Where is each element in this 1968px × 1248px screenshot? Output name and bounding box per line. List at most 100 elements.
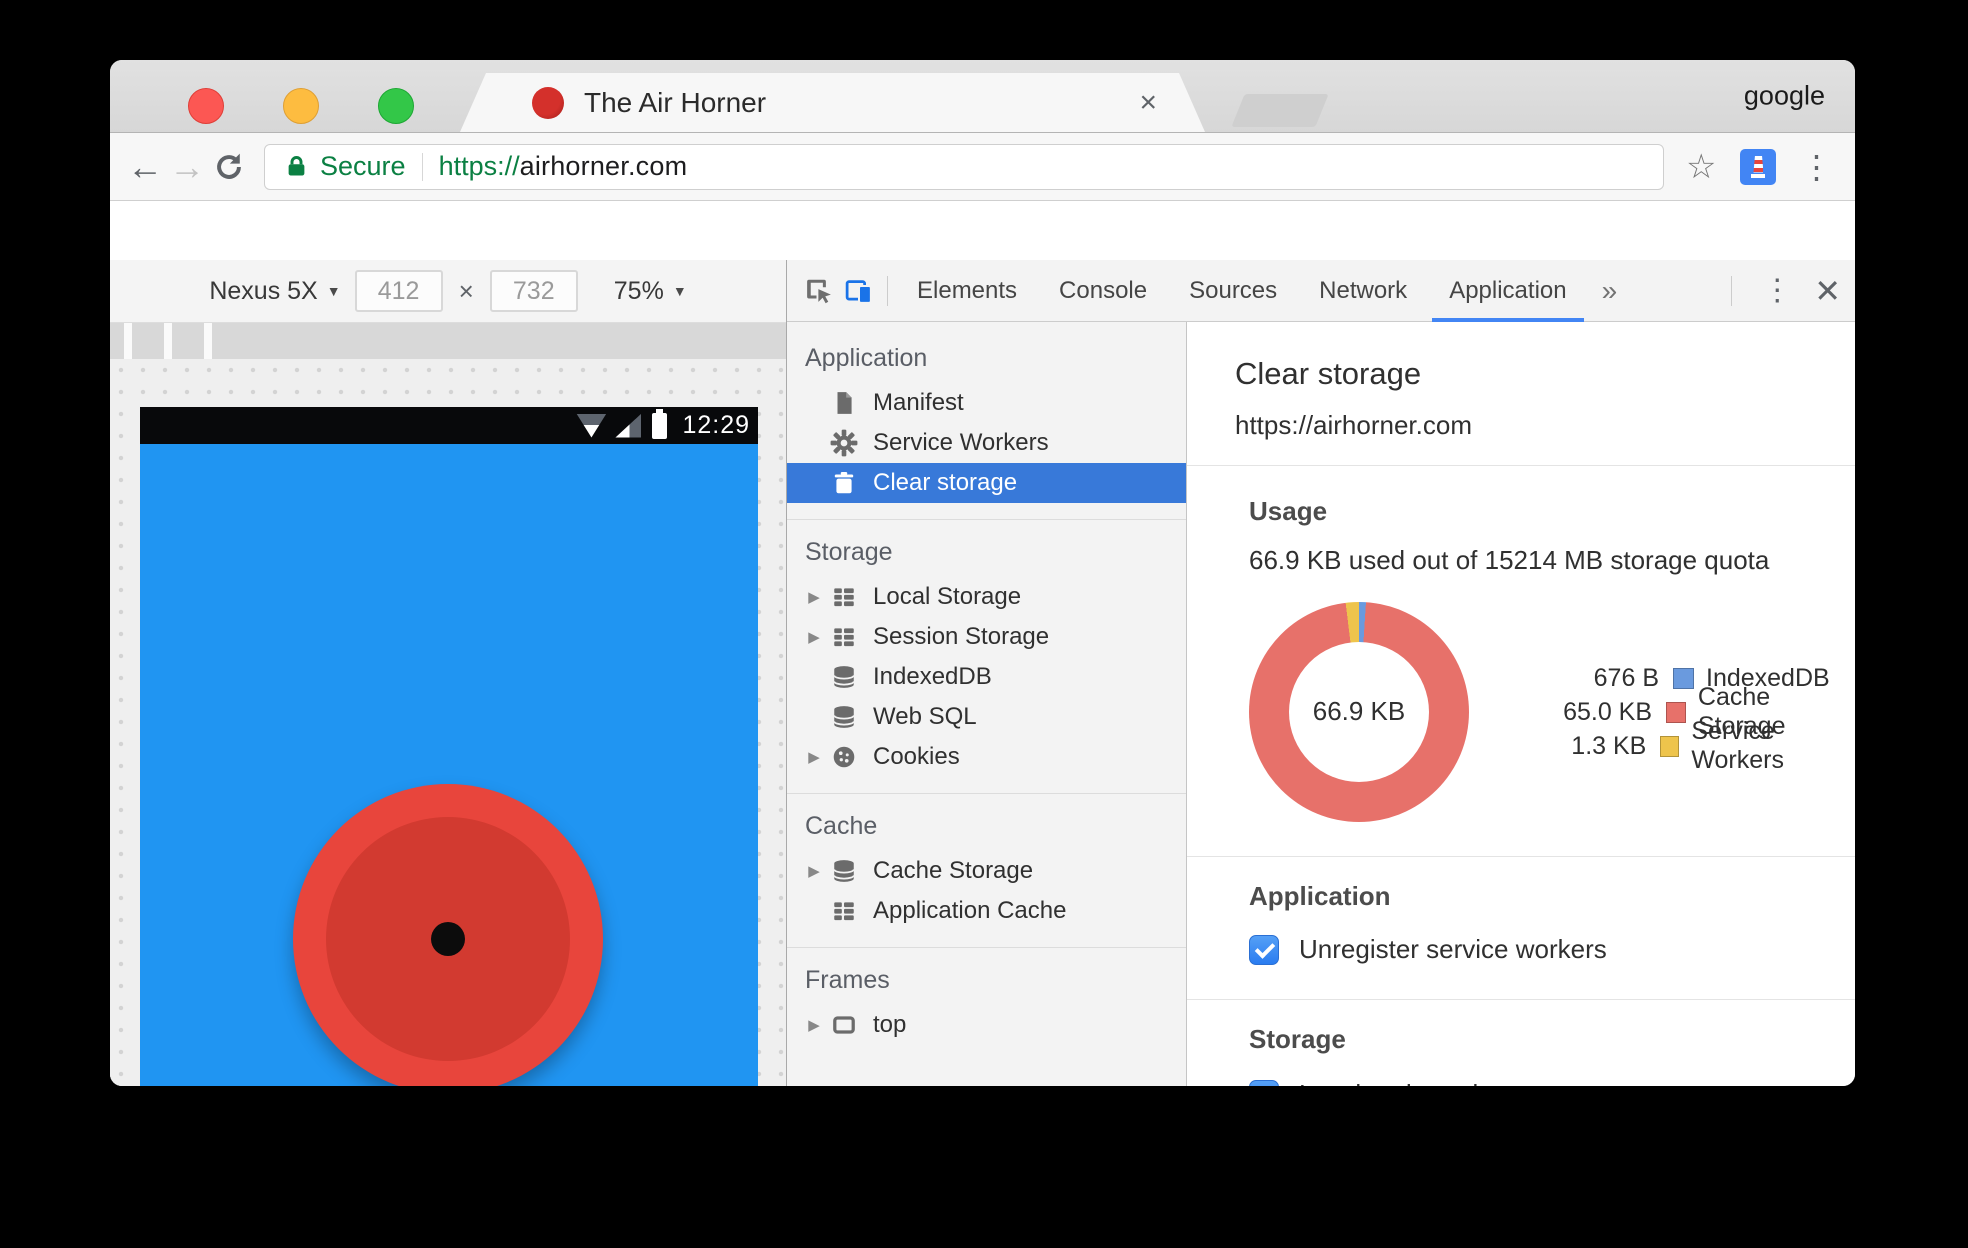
database-icon [829,663,859,691]
address-bar[interactable]: Secure https:// airhorner.com [264,143,1664,190]
back-button[interactable]: ← [124,145,166,189]
sidebar-section-frames: Frames [805,966,890,994]
forward-button[interactable]: → [166,145,208,189]
media-query-gap [124,323,132,359]
inspect-element-button[interactable] [799,269,839,313]
phone-viewport: 12:29 [140,407,758,1086]
zoom-value-label: 75% [613,276,664,305]
lighthouse-extension-icon[interactable] [1740,148,1777,185]
device-name-label: Nexus 5X [209,276,318,305]
tab-sources[interactable]: Sources [1168,260,1298,322]
toolbar-divider [887,275,888,306]
legend-row-service-workers: 1.3 KB Service Workers [1571,717,1784,774]
sidebar-item-top-frame[interactable]: ▶ top [787,1005,1186,1045]
dimension-separator: × [458,275,474,306]
panel-divider [1187,465,1855,466]
inspect-cursor-icon [807,279,831,303]
device-toolbar: Nexus 5X ▼ × 75% ▼ [110,260,786,323]
legend-swatch [1673,667,1694,689]
database-icon [829,703,859,731]
unregister-sw-row: Unregister service workers [1249,934,1855,965]
more-tabs-button[interactable]: » [1588,275,1632,307]
usage-summary: 66.9 KB used out of 15214 MB storage quo… [1249,545,1770,575]
sidebar-section-cache: Cache [805,812,878,840]
sidebar-item-local-storage[interactable]: ▶ Local Storage [787,577,1186,617]
toolbar-divider [1731,275,1733,306]
minimize-window-button[interactable] [283,88,319,124]
device-emulation-pane: Nexus 5X ▼ × 75% ▼ [110,260,787,1086]
tab-close-icon[interactable]: × [1139,88,1157,118]
usage-legend: 676 B IndexedDB 65.0 KB Cache Storage 1.… [1539,659,1855,775]
document-icon [829,389,859,417]
zoom-window-button[interactable] [378,88,414,124]
viewport-height-input[interactable] [489,270,578,312]
trash-icon [829,469,859,497]
storage-heading: Storage [1249,1024,1346,1054]
sidebar-item-session-storage[interactable]: ▶ Session Storage [787,617,1186,657]
panel-divider [1187,856,1855,857]
new-tab-button[interactable] [1231,94,1329,127]
expand-arrow-icon[interactable]: ▶ [787,628,829,646]
tab-network[interactable]: Network [1298,260,1428,322]
media-query-bar[interactable] [110,323,786,359]
table-icon [829,623,859,651]
sidebar-item-cache-storage[interactable]: ▶ Cache Storage [787,851,1186,891]
expand-arrow-icon[interactable]: ▶ [787,1016,829,1034]
browser-window: The Air Horner × google ← → Secure https… [110,60,1855,1086]
chevron-down-icon: ▼ [326,283,341,299]
device-selector[interactable]: Nexus 5X ▼ [209,277,340,306]
security-label: Secure [320,151,406,181]
devtools-panel: Elements Console Sources Network Applica… [787,260,1855,1086]
panel-title: Clear storage [1235,356,1422,391]
air-horn-button[interactable] [293,784,603,1086]
reload-button[interactable] [208,145,250,189]
local-session-storage-checkbox[interactable] [1249,1079,1279,1086]
toggle-device-toolbar-button[interactable] [839,269,879,313]
wifi-icon [576,413,607,438]
sidebar-item-web-sql[interactable]: Web SQL [787,697,1186,737]
expand-arrow-icon[interactable]: ▶ [787,862,829,880]
sidebar-item-manifest[interactable]: Manifest [787,383,1186,423]
url-scheme: https:// [438,151,520,181]
chevron-down-icon: ▼ [672,283,687,299]
devtools-menu-icon[interactable]: ⋮ [1762,273,1792,308]
window-content: Nexus 5X ▼ × 75% ▼ [110,260,1855,1086]
tab-elements[interactable]: Elements [896,260,1038,322]
close-window-button[interactable] [188,88,224,124]
devtools-close-icon[interactable]: ✕ [1814,275,1841,307]
tab-application[interactable]: Application [1428,260,1587,322]
sidebar-item-service-workers[interactable]: Service Workers [787,423,1186,463]
cookie-icon [829,743,859,771]
devtools-tab-bar: Elements Console Sources Network Applica… [787,260,1855,322]
bookmark-star-icon[interactable]: ☆ [1686,150,1716,184]
application-sidebar: Application Manifest Service Workers Cle… [787,322,1187,1086]
tab-console[interactable]: Console [1038,260,1168,322]
devtools-body: Application Manifest Service Workers Cle… [787,322,1855,1086]
media-query-gap [204,323,212,359]
unregister-sw-checkbox[interactable] [1249,934,1279,965]
panel-divider [1187,999,1855,1000]
legend-swatch [1660,735,1680,757]
viewport-width-input[interactable] [354,270,443,312]
clear-storage-panel: Clear storage https://airhorner.com Usag… [1187,322,1855,1086]
toolbar-right-controls: ☆ ⋮ [1686,148,1832,185]
expand-arrow-icon[interactable]: ▶ [787,748,829,766]
sidebar-item-indexeddb[interactable]: IndexedDB [787,657,1186,697]
table-icon [829,897,859,925]
expand-arrow-icon[interactable]: ▶ [787,588,829,606]
zoom-selector[interactable]: 75% ▼ [614,277,687,306]
sidebar-item-clear-storage[interactable]: Clear storage [787,463,1186,503]
omnibox-divider [421,152,423,181]
sidebar-item-application-cache[interactable]: Application Cache [787,891,1186,931]
phone-status-bar: 12:29 [140,407,758,444]
sidebar-section-application: Application [805,344,928,372]
browser-menu-icon[interactable]: ⋮ [1800,151,1832,183]
browser-tab[interactable]: The Air Horner × [460,73,1205,132]
application-heading: Application [1249,881,1391,911]
sidebar-item-cookies[interactable]: ▶ Cookies [787,737,1186,777]
cellular-signal-icon [615,413,642,438]
air-horn-center-dot [431,922,465,956]
page-content [140,444,758,1086]
device-canvas: 12:29 [110,359,786,1086]
devtools-window-controls: ⋮ ✕ [1723,260,1841,321]
